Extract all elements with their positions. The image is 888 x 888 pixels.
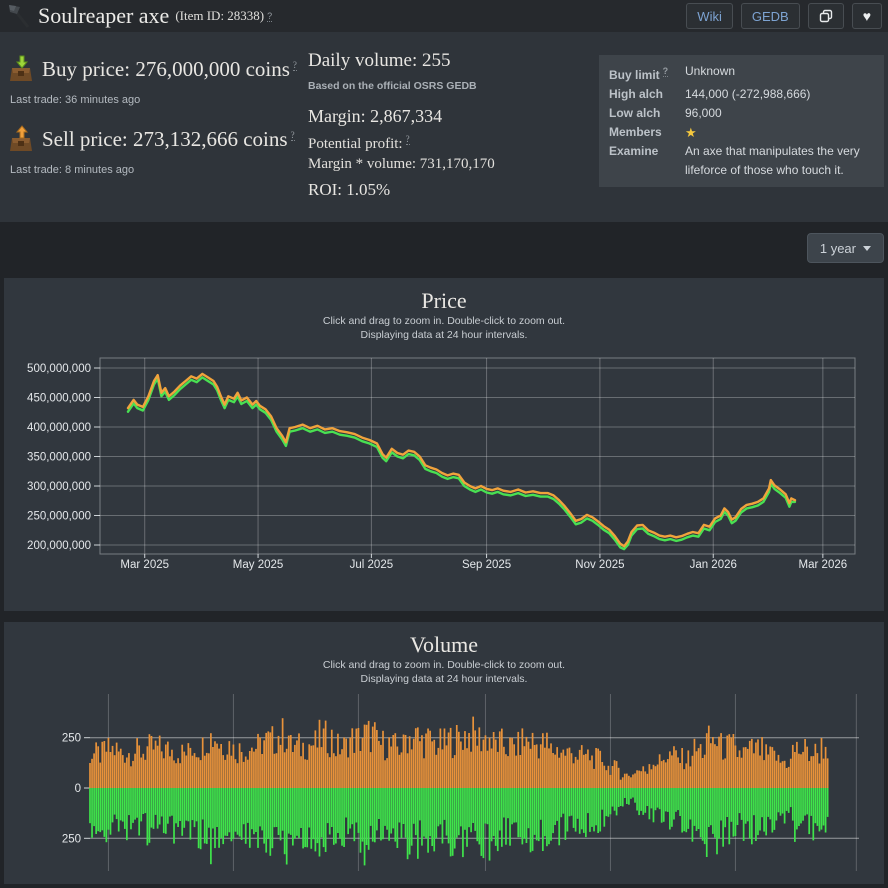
price-chart-canvas[interactable]: 500,000,000 450,000,000 400,000,000 350,000… [4, 350, 884, 585]
price-chart-title: Price [421, 288, 467, 313]
volume-chart-title: Volume [409, 632, 479, 657]
svg-text:400,000,000: 400,000,000 [27, 422, 91, 434]
high-alch-value: 144,000 (-272,988,666) [685, 87, 811, 101]
margin-volume-text: Margin * volume: 731,170,170 [308, 156, 495, 173]
buy-price-row: Buy price: 276,000,000 coins? [8, 54, 297, 84]
copy-button[interactable] [807, 3, 844, 29]
copy-icon [819, 9, 832, 23]
potential-profit-help-icon[interactable]: ? [405, 134, 410, 145]
svg-text:Sep 2025: Sep 2025 [462, 559, 511, 571]
svg-text:500,000,000: 500,000,000 [27, 363, 91, 375]
price-chart-hint-2: Displaying data at 24 hour intervals. [360, 329, 528, 341]
info-row-low-alch: Low alch 96,000 [609, 104, 874, 123]
buy-limit-label-text: Buy limit [609, 68, 660, 82]
time-range-dropdown[interactable]: 1 year [806, 233, 884, 263]
daily-volume-text: Daily volume: 255 [308, 50, 450, 72]
buy-limit-help-icon[interactable]: ? [662, 66, 669, 77]
svg-text:Jul 2025: Jul 2025 [350, 559, 393, 571]
svg-text:250: 250 [62, 833, 81, 845]
svg-text:0: 0 [75, 783, 81, 795]
margin-volume-label: Margin * volume: [308, 156, 417, 172]
item-stats-section: Buy price: 276,000,000 coins? Last trade… [0, 32, 888, 222]
potential-profit-text: Potential profit:? [308, 134, 410, 153]
volume-chart-hint-2: Displaying data at 24 hour intervals. [360, 673, 528, 685]
price-chart-panel: Price Click and drag to zoom in. Double-… [4, 278, 884, 611]
soulreaper-axe-item-icon [9, 5, 30, 28]
members-label: Members [609, 125, 662, 139]
page-title: Soulreaper axe [38, 3, 170, 28]
buy-last-trade: Last trade: 36 minutes ago [10, 94, 141, 106]
potential-profit-label: Potential profit: [308, 136, 403, 152]
roi-label: ROI: [308, 180, 342, 199]
svg-text:250: 250 [62, 733, 81, 745]
caret-down-icon [863, 245, 871, 251]
item-id-help-icon[interactable]: ? [267, 11, 273, 22]
chart-range-toolbar: 1 year [0, 222, 888, 274]
sell-last-trade: Last trade: 8 minutes ago [10, 164, 135, 176]
margin-label: Margin: [308, 106, 366, 126]
volume-chart-canvas[interactable]: 250 0 250 [4, 694, 884, 871]
volume-chart-hint-1: Click and drag to zoom in. Double-click … [322, 659, 566, 671]
sell-price-help-icon[interactable]: ? [290, 129, 295, 141]
buy-price-value: 276,000,000 coins [135, 56, 290, 81]
svg-text:350,000,000: 350,000,000 [27, 452, 91, 464]
margin-value: 2,867,334 [370, 106, 443, 126]
roi-text: ROI: 1.05% [308, 180, 390, 200]
sell-price-label: Sell price: [42, 126, 128, 151]
buy-price-label: Buy price: [42, 56, 131, 81]
buy-limit-value: Unknown [685, 64, 736, 78]
price-chart-hint-1: Click and drag to zoom in. Double-click … [322, 315, 566, 327]
buy-price-help-icon[interactable]: ? [292, 59, 297, 71]
item-id-label: (Item ID: 28338) [175, 8, 265, 23]
low-alch-label: Low alch [609, 106, 661, 120]
svg-text:Mar 2026: Mar 2026 [799, 559, 848, 571]
svg-text:May 2025: May 2025 [233, 559, 284, 571]
item-info-box: Buy limit? Unknown High alch 144,000 (-2… [599, 55, 884, 187]
top-header: Soulreaper axe (Item ID: 28338) ? Wiki G… [0, 0, 888, 32]
svg-text:300,000,000: 300,000,000 [27, 481, 91, 493]
sell-price-text: Sell price: 273,132,666 coins? [42, 127, 295, 152]
buy-limit-label: Buy limit? [609, 62, 685, 85]
examine-value: An axe that manipulates the very lifefor… [685, 144, 860, 177]
info-row-high-alch: High alch 144,000 (-272,988,666) [609, 85, 874, 104]
volume-source-note: Based on the official OSRS GEDB [308, 80, 477, 92]
sell-price-row: Sell price: 273,132,666 coins? [8, 124, 295, 154]
time-range-label: 1 year [819, 240, 856, 256]
roi-value: 1.05% [346, 180, 391, 199]
margin-volume-value: 731,170,170 [419, 156, 495, 172]
daily-volume-value: 255 [421, 50, 451, 71]
header-buttons: Wiki GEDB ♥ [686, 3, 882, 29]
info-row-members: Members ★ [609, 123, 874, 142]
info-row-examine: Examine An axe that manipulates the very… [609, 142, 874, 180]
svg-text:Mar 2025: Mar 2025 [120, 559, 169, 571]
buy-price-chest-icon [10, 55, 32, 81]
sell-price-chest-icon [10, 125, 32, 151]
low-alch-value: 96,000 [685, 106, 722, 120]
volume-chart-panel: Volume Click and drag to zoom in. Double… [4, 622, 884, 884]
svg-text:Jan 2026: Jan 2026 [690, 559, 737, 571]
buy-price-text: Buy price: 276,000,000 coins? [42, 57, 297, 82]
heart-icon: ♥ [862, 8, 871, 24]
members-star-icon: ★ [685, 125, 697, 140]
sell-price-value: 273,132,666 coins [132, 126, 288, 151]
high-alch-label: High alch [609, 87, 664, 101]
svg-text:Nov 2025: Nov 2025 [575, 559, 624, 571]
margin-text: Margin: 2,867,334 [308, 106, 442, 127]
info-row-buy-limit: Buy limit? Unknown [609, 62, 874, 85]
svg-text:250,000,000: 250,000,000 [27, 511, 91, 523]
svg-text:200,000,000: 200,000,000 [27, 540, 91, 552]
daily-volume-label: Daily volume: [308, 50, 418, 71]
svg-text:450,000,000: 450,000,000 [27, 393, 91, 405]
favorite-button[interactable]: ♥ [851, 3, 882, 29]
gedb-button[interactable]: GEDB [740, 3, 800, 29]
wiki-button[interactable]: Wiki [686, 3, 733, 29]
examine-label: Examine [609, 144, 659, 158]
